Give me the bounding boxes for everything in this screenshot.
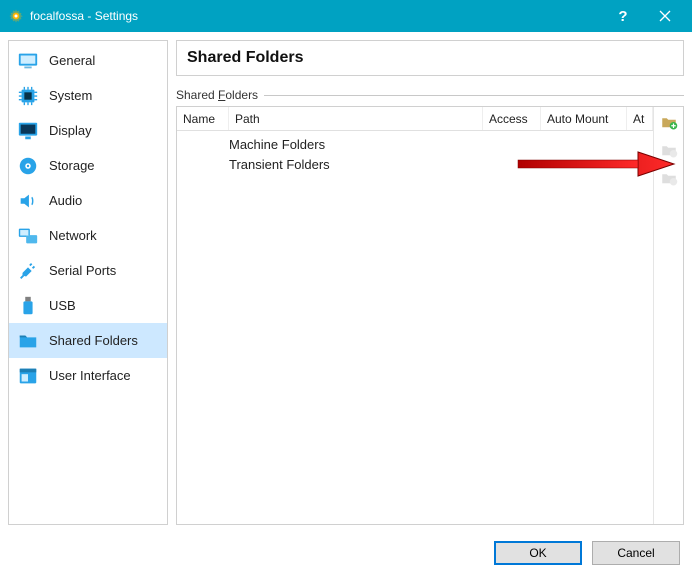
tree-category-machine[interactable]: Machine Folders xyxy=(177,135,653,155)
sidebar-item-display[interactable]: Display xyxy=(9,113,167,148)
gear-icon xyxy=(8,8,24,24)
col-path[interactable]: Path xyxy=(229,107,483,130)
group-label: Shared Folders xyxy=(176,88,264,102)
col-name[interactable]: Name xyxy=(177,107,229,130)
sidebar-item-label: User Interface xyxy=(49,368,131,383)
table-body[interactable]: Machine Folders Transient Folders xyxy=(177,131,653,175)
sidebar-item-shared-folders[interactable]: Shared Folders xyxy=(9,323,167,358)
folder-plus-icon xyxy=(660,113,678,131)
ok-button[interactable]: OK xyxy=(494,541,582,565)
table-area: Name Path Access Auto Mount At Machine F… xyxy=(177,107,653,524)
sidebar-item-label: General xyxy=(49,53,95,68)
cancel-button[interactable]: Cancel xyxy=(592,541,680,565)
sidebar-item-label: Storage xyxy=(49,158,95,173)
sidebar-item-system[interactable]: System xyxy=(9,78,167,113)
add-folder-button[interactable] xyxy=(658,111,680,133)
edit-folder-button xyxy=(658,139,680,161)
sidebar-item-label: System xyxy=(49,88,92,103)
display-icon xyxy=(17,120,39,142)
speaker-icon xyxy=(17,190,39,212)
disk-icon xyxy=(17,155,39,177)
sidebar-item-user-interface[interactable]: User Interface xyxy=(9,358,167,393)
folder-icon xyxy=(17,330,39,352)
close-icon xyxy=(659,10,671,22)
window-title: focalfossa - Settings xyxy=(30,9,138,23)
sidebar-item-storage[interactable]: Storage xyxy=(9,148,167,183)
layout-icon xyxy=(17,365,39,387)
sidebar-item-network[interactable]: Network xyxy=(9,218,167,253)
sidebar-item-label: Display xyxy=(49,123,92,138)
main-panel: Shared Folders Shared Folders Name Path … xyxy=(176,40,684,525)
col-auto-mount[interactable]: Auto Mount xyxy=(541,107,627,130)
close-button[interactable] xyxy=(644,0,686,32)
sidebar-item-label: Audio xyxy=(49,193,82,208)
panel-title: Shared Folders xyxy=(187,49,673,67)
folder-minus-icon xyxy=(660,169,678,187)
sidebar-item-label: Network xyxy=(49,228,97,243)
sidebar-item-label: Shared Folders xyxy=(49,333,138,348)
shared-folders-table: Name Path Access Auto Mount At Machine F… xyxy=(176,106,684,525)
sidebar-item-label: Serial Ports xyxy=(49,263,116,278)
group-label-row: Shared Folders xyxy=(176,88,684,102)
remove-folder-button xyxy=(658,167,680,189)
panel-title-box: Shared Folders xyxy=(176,40,684,76)
col-access[interactable]: Access xyxy=(483,107,541,130)
titlebar: focalfossa - Settings ? xyxy=(0,0,692,32)
help-button[interactable]: ? xyxy=(602,0,644,32)
monitor-icon xyxy=(17,50,39,72)
settings-sidebar: General System Display Storage Audio Net… xyxy=(8,40,168,525)
tree-category-transient[interactable]: Transient Folders xyxy=(177,155,653,175)
action-column xyxy=(653,107,683,524)
usb-icon xyxy=(17,295,39,317)
client-area: General System Display Storage Audio Net… xyxy=(0,32,692,533)
col-at[interactable]: At xyxy=(627,107,653,130)
table-header: Name Path Access Auto Mount At xyxy=(177,107,653,131)
sidebar-item-audio[interactable]: Audio xyxy=(9,183,167,218)
group-divider xyxy=(264,95,684,96)
folder-edit-icon xyxy=(660,141,678,159)
network-icon xyxy=(17,225,39,247)
sidebar-item-general[interactable]: General xyxy=(9,43,167,78)
sidebar-item-serial-ports[interactable]: Serial Ports xyxy=(9,253,167,288)
sidebar-item-usb[interactable]: USB xyxy=(9,288,167,323)
sidebar-item-label: USB xyxy=(49,298,76,313)
plug-icon xyxy=(17,260,39,282)
chip-icon xyxy=(17,85,39,107)
dialog-footer: OK Cancel xyxy=(0,533,692,573)
